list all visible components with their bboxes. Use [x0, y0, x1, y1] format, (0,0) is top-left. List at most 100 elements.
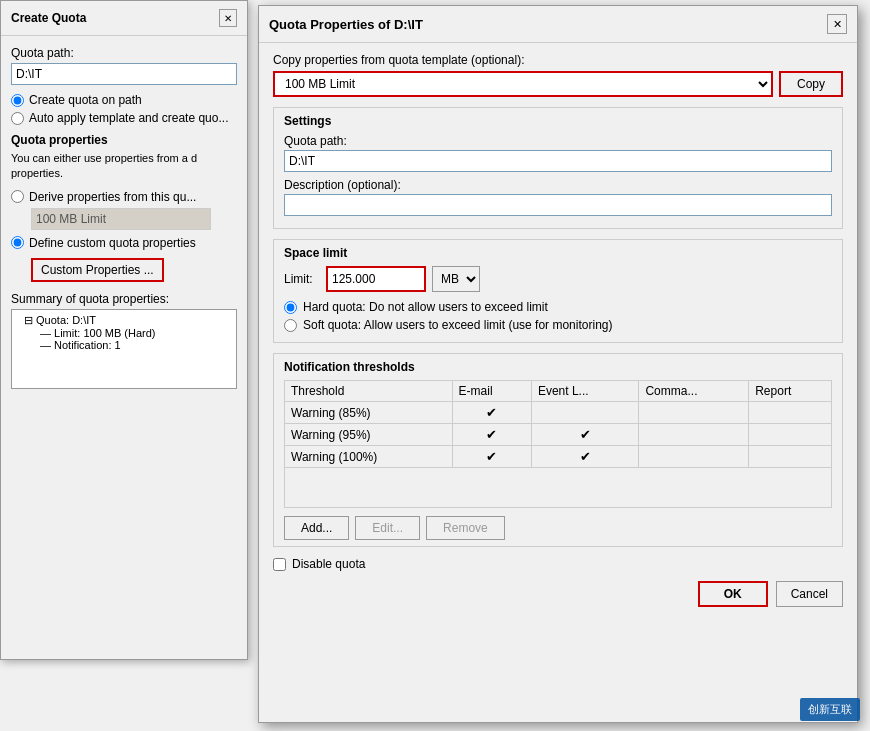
threshold-100: Warning (100%)	[285, 446, 453, 468]
create-quota-titlebar: Create Quota ✕	[1, 1, 247, 36]
derive-radio[interactable]	[11, 190, 24, 203]
create-quota-on-path-label: Create quota on path	[29, 93, 142, 107]
watermark: 创新互联	[800, 698, 860, 721]
derive-properties-option[interactable]: Derive properties from this qu...	[11, 190, 237, 204]
create-quota-close-button[interactable]: ✕	[219, 9, 237, 27]
col-report: Report	[749, 381, 832, 402]
create-quota-title: Create Quota	[11, 11, 86, 25]
table-row[interactable]: Warning (85%) ✔	[285, 402, 832, 424]
cancel-button[interactable]: Cancel	[776, 581, 843, 607]
quota-properties-dialog: Quota Properties of D:\IT ✕ Copy propert…	[258, 5, 858, 723]
ok-button[interactable]: OK	[698, 581, 768, 607]
hard-quota-option[interactable]: Hard quota: Do not allow users to exceed…	[284, 300, 832, 314]
quota-props-body: Copy properties from quota template (opt…	[259, 43, 857, 617]
settings-desc-row: Description (optional):	[284, 178, 832, 216]
settings-desc-label: Description (optional):	[284, 178, 832, 192]
disable-quota-label: Disable quota	[292, 557, 365, 571]
limit-value-input[interactable]	[326, 266, 426, 292]
summary-label: Summary of quota properties:	[11, 292, 237, 306]
email-95: ✔	[452, 424, 531, 446]
tree-item-notification: — Notification: 1	[16, 339, 232, 351]
tree-item-quota: ⊟ Quota: D:\IT	[16, 314, 232, 327]
settings-group: Settings Quota path: Description (option…	[273, 107, 843, 229]
quota-tree-view: ⊟ Quota: D:\IT — Limit: 100 MB (Hard) — …	[11, 309, 237, 389]
space-limit-title: Space limit	[284, 246, 832, 260]
define-custom-radio[interactable]	[11, 236, 24, 249]
quota-props-title: Quota Properties of D:\IT	[269, 17, 423, 32]
remove-button[interactable]: Remove	[426, 516, 505, 540]
copy-button[interactable]: Copy	[779, 71, 843, 97]
settings-legend: Settings	[284, 114, 832, 128]
quota-type-group: Hard quota: Do not allow users to exceed…	[284, 300, 832, 332]
notification-buttons: Add... Edit... Remove	[284, 516, 832, 540]
command-95	[639, 424, 749, 446]
settings-quota-path-input	[284, 150, 832, 172]
quota-path-input[interactable]	[11, 63, 237, 85]
copy-label: Copy properties from quota template (opt…	[273, 53, 843, 67]
derive-input	[31, 208, 211, 230]
tree-item-limit: — Limit: 100 MB (Hard)	[16, 327, 232, 339]
quota-properties-section-label: Quota properties	[11, 133, 237, 147]
settings-quota-path-label: Quota path:	[284, 134, 832, 148]
quota-path-row: Quota path:	[11, 46, 237, 85]
table-row[interactable]: Warning (100%) ✔ ✔	[285, 446, 832, 468]
disable-quota-row: Disable quota	[273, 557, 843, 571]
report-100	[749, 446, 832, 468]
table-row[interactable]: Warning (95%) ✔ ✔	[285, 424, 832, 446]
ok-cancel-row: OK Cancel	[273, 581, 843, 607]
command-100	[639, 446, 749, 468]
custom-properties-button[interactable]: Custom Properties ...	[31, 258, 164, 282]
quota-props-titlebar: Quota Properties of D:\IT ✕	[259, 6, 857, 43]
quota-type-radio-group: Create quota on path Auto apply template…	[11, 93, 237, 125]
hard-quota-radio[interactable]	[284, 301, 297, 314]
create-quota-on-path-option[interactable]: Create quota on path	[11, 93, 237, 107]
space-limit-section: Space limit Limit: KB MB GB TB Hard quot…	[273, 239, 843, 343]
auto-apply-template-option[interactable]: Auto apply template and create quo...	[11, 111, 237, 125]
settings-quota-path-row: Quota path:	[284, 134, 832, 172]
table-row-empty	[285, 468, 832, 508]
derive-label: Derive properties from this qu...	[29, 190, 196, 204]
define-custom-option[interactable]: Define custom quota properties	[11, 236, 237, 250]
soft-quota-radio[interactable]	[284, 319, 297, 332]
define-custom-label: Define custom quota properties	[29, 236, 196, 250]
col-command: Comma...	[639, 381, 749, 402]
notification-title: Notification thresholds	[284, 360, 832, 374]
soft-quota-option[interactable]: Soft quota: Allow users to exceed limit …	[284, 318, 832, 332]
quota-path-label: Quota path:	[11, 46, 237, 60]
limit-row: Limit: KB MB GB TB	[284, 266, 832, 292]
add-button[interactable]: Add...	[284, 516, 349, 540]
create-quota-dialog: Create Quota ✕ Quota path: Create quota …	[0, 0, 248, 660]
notification-table: Threshold E-mail Event L... Comma... Rep…	[284, 380, 832, 508]
notification-section: Notification thresholds Threshold E-mail…	[273, 353, 843, 547]
limit-unit-select[interactable]: KB MB GB TB	[432, 266, 480, 292]
create-quota-body: Quota path: Create quota on path Auto ap…	[1, 36, 247, 399]
eventlog-85	[531, 402, 639, 424]
soft-quota-label: Soft quota: Allow users to exceed limit …	[303, 318, 612, 332]
hard-quota-label: Hard quota: Do not allow users to exceed…	[303, 300, 548, 314]
col-event-log: Event L...	[531, 381, 639, 402]
col-email: E-mail	[452, 381, 531, 402]
disable-quota-checkbox[interactable]	[273, 558, 286, 571]
report-95	[749, 424, 832, 446]
quota-props-close-button[interactable]: ✕	[827, 14, 847, 34]
create-quota-radio[interactable]	[11, 94, 24, 107]
report-85	[749, 402, 832, 424]
copy-section: Copy properties from quota template (opt…	[273, 53, 843, 97]
col-threshold: Threshold	[285, 381, 453, 402]
notification-table-header: Threshold E-mail Event L... Comma... Rep…	[285, 381, 832, 402]
auto-apply-label: Auto apply template and create quo...	[29, 111, 228, 125]
email-100: ✔	[452, 446, 531, 468]
copy-template-select[interactable]: 100 MB Limit	[273, 71, 773, 97]
summary-section: Summary of quota properties: ⊟ Quota: D:…	[11, 292, 237, 389]
threshold-85: Warning (85%)	[285, 402, 453, 424]
limit-label: Limit:	[284, 272, 320, 286]
eventlog-95: ✔	[531, 424, 639, 446]
eventlog-100: ✔	[531, 446, 639, 468]
quota-properties-desc: You can either use properties from a d p…	[11, 151, 237, 182]
auto-apply-radio[interactable]	[11, 112, 24, 125]
edit-button[interactable]: Edit...	[355, 516, 420, 540]
email-85: ✔	[452, 402, 531, 424]
copy-row: 100 MB Limit Copy	[273, 71, 843, 97]
settings-desc-input[interactable]	[284, 194, 832, 216]
command-85	[639, 402, 749, 424]
